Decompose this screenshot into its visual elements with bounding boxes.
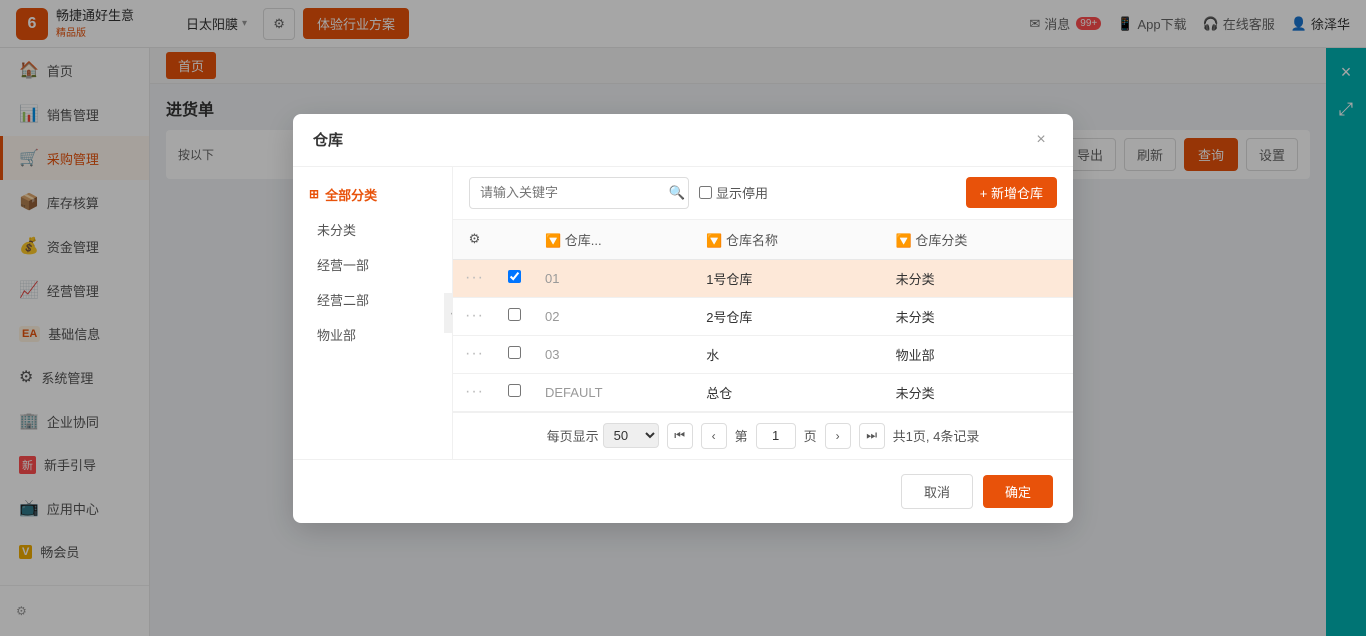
category-panel: ⊞ 全部分类 未分类 经营一部 经营二部 物业部 «: [293, 167, 453, 459]
category-item-dept1[interactable]: 经营一部: [293, 247, 452, 282]
row-category: 未分类: [884, 297, 1073, 335]
table-toolbar: 🔍 显示停用 + 新增仓库: [453, 167, 1073, 220]
row-dots[interactable]: ···: [453, 373, 496, 411]
row-dots[interactable]: ···: [453, 335, 496, 373]
warehouse-dialog: 仓库 × ⊞ 全部分类 未分类 经营一部 经营二部 物业部 «: [293, 114, 1073, 523]
col-name: 🔽 仓库名称: [694, 220, 883, 260]
modal-overlay: 仓库 × ⊞ 全部分类 未分类 经营一部 经营二部 物业部 «: [0, 0, 1366, 636]
col-settings: ⚙: [453, 220, 496, 260]
warehouse-table: ⚙ 🔽 仓库... 🔽 仓库名称 🔽 仓库分类: [453, 220, 1073, 412]
row-checkbox[interactable]: [496, 259, 533, 297]
dialog-footer: 取消 确定: [293, 459, 1073, 523]
per-page-label: 每页显示 50 100: [547, 423, 659, 448]
col-code: 🔽 仓库...: [533, 220, 694, 260]
row-code: 03: [533, 335, 694, 373]
row-name: 1号仓库: [694, 259, 883, 297]
table-body: ··· 01 1号仓库 未分类 ··· 02 2号仓库 未分类 ··· 03 水…: [453, 259, 1073, 411]
row-code: 01: [533, 259, 694, 297]
table-header-row: ⚙ 🔽 仓库... 🔽 仓库名称 🔽 仓库分类: [453, 220, 1073, 260]
cancel-btn[interactable]: 取消: [901, 474, 973, 509]
search-input[interactable]: [470, 180, 666, 205]
row-name: 2号仓库: [694, 297, 883, 335]
page-size-select[interactable]: 50 100: [603, 423, 659, 448]
data-table: ⚙ 🔽 仓库... 🔽 仓库名称 🔽 仓库分类: [453, 220, 1073, 412]
page-last-btn[interactable]: ⏭: [859, 423, 885, 449]
dialog-close-btn[interactable]: ×: [1029, 128, 1053, 152]
table-row[interactable]: ··· 02 2号仓库 未分类: [453, 297, 1073, 335]
new-warehouse-btn[interactable]: + 新增仓库: [966, 177, 1057, 208]
show-disabled-checkbox[interactable]: [699, 186, 712, 199]
page-first-btn[interactable]: ⏮: [667, 423, 693, 449]
row-checkbox[interactable]: [496, 297, 533, 335]
category-item-dept2[interactable]: 经营二部: [293, 282, 452, 317]
show-disabled-label: 显示停用: [716, 183, 768, 202]
row-name: 水: [694, 335, 883, 373]
page-prev-btn[interactable]: ‹: [701, 423, 727, 449]
page-unit: 页: [804, 426, 817, 445]
page-summary: 共1页, 4条记录: [893, 426, 980, 445]
row-code: DEFAULT: [533, 373, 694, 411]
category-all[interactable]: ⊞ 全部分类: [293, 177, 452, 212]
category-all-label: 全部分类: [325, 185, 377, 204]
dialog-body: ⊞ 全部分类 未分类 经营一部 经营二部 物业部 « 🔍: [293, 167, 1073, 459]
show-disabled-toggle[interactable]: 显示停用: [699, 183, 768, 202]
dialog-title: 仓库: [313, 129, 343, 150]
table-row[interactable]: ··· 01 1号仓库 未分类: [453, 259, 1073, 297]
collapse-icon: «: [451, 306, 453, 320]
col-category: 🔽 仓库分类: [884, 220, 1073, 260]
table-panel: 🔍 显示停用 + 新增仓库 ⚙: [453, 167, 1073, 459]
table-row[interactable]: ··· 03 水 物业部: [453, 335, 1073, 373]
row-name: 总仓: [694, 373, 883, 411]
row-category: 未分类: [884, 259, 1073, 297]
row-checkbox[interactable]: [496, 373, 533, 411]
row-category: 未分类: [884, 373, 1073, 411]
row-code: 02: [533, 297, 694, 335]
confirm-btn[interactable]: 确定: [983, 475, 1053, 508]
page-input[interactable]: [756, 423, 796, 449]
row-checkbox[interactable]: [496, 335, 533, 373]
search-btn[interactable]: 🔍: [666, 178, 688, 208]
pagination-bar: 每页显示 50 100 ⏮ ‹ 第 页 › ⏭ 共1页, 4条记录: [453, 412, 1073, 459]
category-collapse-btn[interactable]: «: [444, 293, 453, 333]
row-dots[interactable]: ···: [453, 297, 496, 335]
col-checkbox: [496, 220, 533, 260]
row-category: 物业部: [884, 335, 1073, 373]
row-dots[interactable]: ···: [453, 259, 496, 297]
page-label: 第: [735, 426, 748, 445]
dialog-header: 仓库 ×: [293, 114, 1073, 167]
table-row[interactable]: ··· DEFAULT 总仓 未分类: [453, 373, 1073, 411]
page-next-btn[interactable]: ›: [825, 423, 851, 449]
category-item-property[interactable]: 物业部: [293, 317, 452, 352]
grid-icon: ⊞: [309, 187, 319, 201]
category-item-unclassified[interactable]: 未分类: [293, 212, 452, 247]
search-box: 🔍: [469, 177, 689, 209]
